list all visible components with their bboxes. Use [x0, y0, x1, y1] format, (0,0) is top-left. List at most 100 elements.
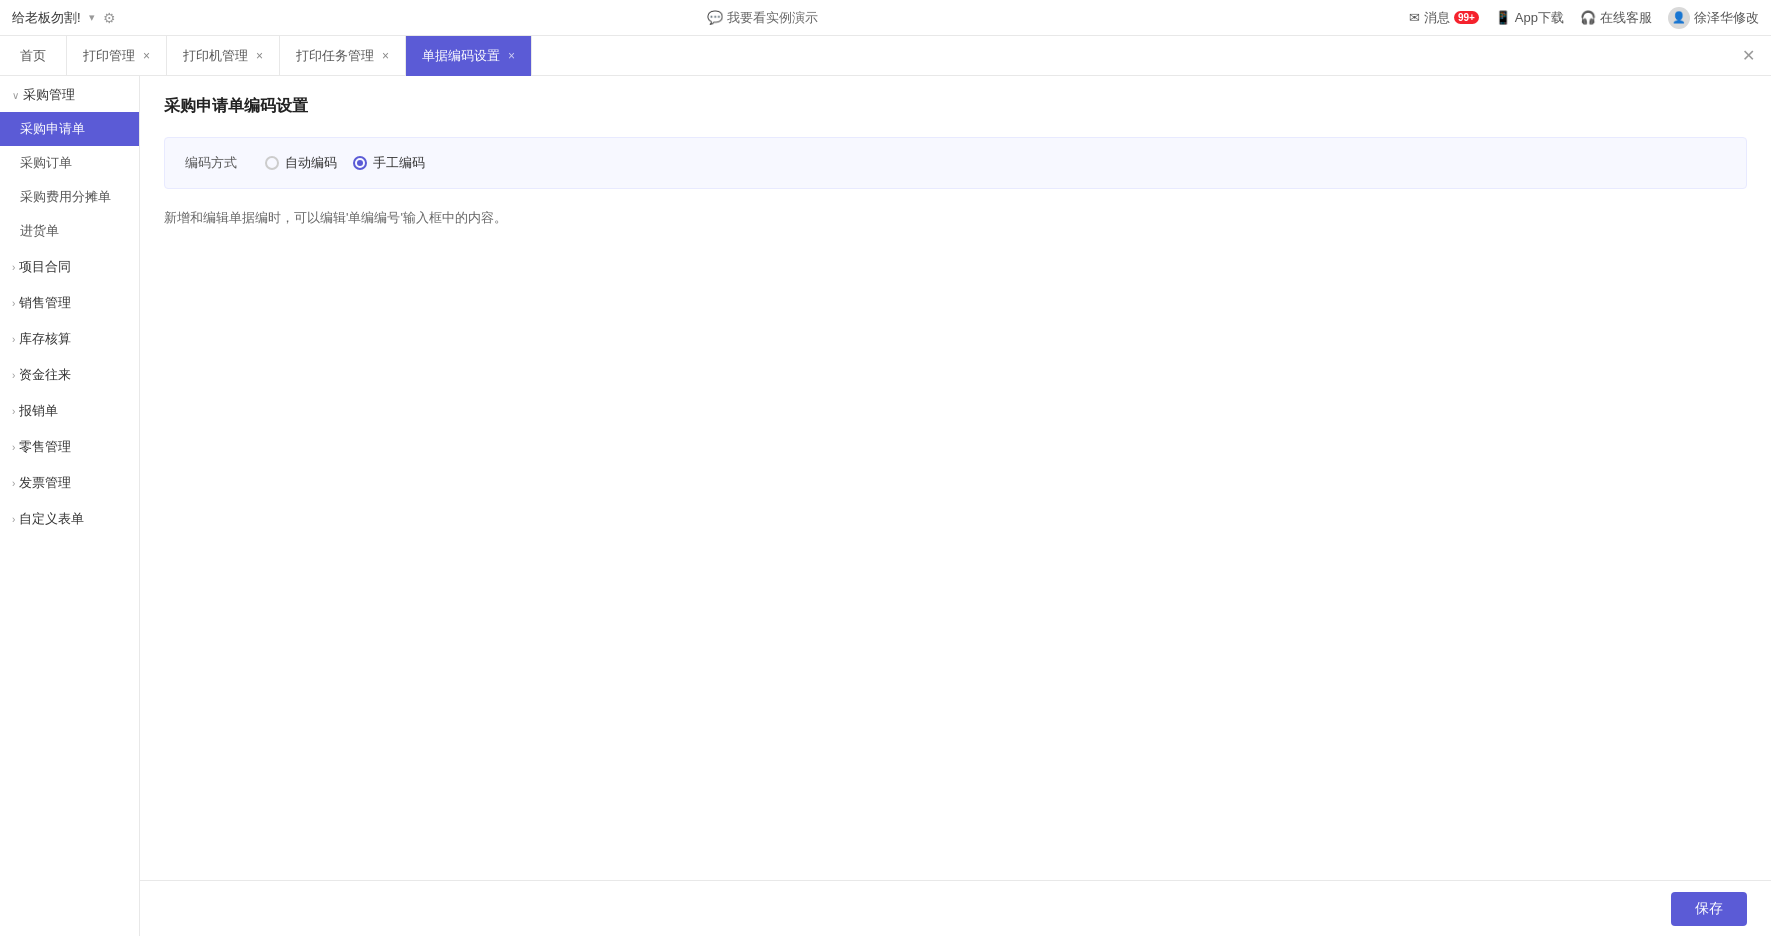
sidebar-group-project-label: 项目合同 — [19, 258, 71, 276]
message-badge: 99+ — [1454, 11, 1479, 24]
save-button[interactable]: 保存 — [1671, 892, 1747, 926]
chevron-down-icon: ∨ — [12, 90, 19, 101]
headset-icon: 🎧 — [1580, 10, 1596, 25]
demo-link[interactable]: 💬 我要看实例演示 — [707, 9, 818, 27]
close-icon[interactable]: × — [382, 50, 389, 62]
sidebar-item-purchase-request-label: 采购申请单 — [20, 121, 85, 136]
auto-code-label: 自动编码 — [285, 154, 337, 172]
chevron-down-icon[interactable]: ▾ — [89, 11, 95, 24]
radio-manual-code[interactable]: 手工编码 — [353, 154, 425, 172]
manual-code-label: 手工编码 — [373, 154, 425, 172]
chevron-right-icon: › — [12, 370, 15, 381]
tab-print-manage[interactable]: 打印管理 × — [67, 36, 167, 76]
sidebar-group-purchase-label: 采购管理 — [23, 86, 75, 104]
layout: ∨ 采购管理 采购申请单 采购订单 采购费用分摊单 进货单 › 项目合同 — [0, 76, 1771, 936]
sidebar-group-sales-title[interactable]: › 销售管理 — [0, 284, 139, 320]
radio-auto-code[interactable]: 自动编码 — [265, 154, 337, 172]
sidebar: ∨ 采购管理 采购申请单 采购订单 采购费用分摊单 进货单 › 项目合同 — [0, 76, 140, 936]
coding-row: 编码方式 自动编码 手工编码 — [185, 154, 1726, 172]
avatar: 👤 — [1668, 7, 1690, 29]
tab-print-task-label: 打印任务管理 — [296, 47, 374, 65]
top-bar-left: 给老板勿割! ▾ ⚙ — [12, 9, 116, 27]
tab-print-manage-label: 打印管理 — [83, 47, 135, 65]
radio-auto-circle — [265, 156, 279, 170]
tab-home-label: 首页 — [20, 47, 46, 65]
main-content: 采购申请单编码设置 编码方式 自动编码 手工编码 — [140, 76, 1771, 936]
close-icon[interactable]: × — [143, 50, 150, 62]
tab-printer-manage-label: 打印机管理 — [183, 47, 248, 65]
app-download-button[interactable]: 📱 App下载 — [1495, 9, 1564, 27]
tab-barcode-setting-label: 单据编码设置 — [422, 47, 500, 65]
coding-section: 编码方式 自动编码 手工编码 — [164, 137, 1747, 189]
close-icon[interactable]: × — [508, 50, 515, 62]
sidebar-group-invoice-label: 发票管理 — [19, 474, 71, 492]
top-bar: 给老板勿割! ▾ ⚙ 💬 我要看实例演示 ✉ 消息 99+ 📱 App下载 🎧 … — [0, 0, 1771, 36]
sidebar-group-retail-label: 零售管理 — [19, 438, 71, 456]
message-label: 消息 — [1424, 9, 1450, 27]
coding-method-label: 编码方式 — [185, 154, 237, 172]
sidebar-group-custom-form-label: 自定义表单 — [19, 510, 84, 528]
tab-bar-close-button[interactable]: ✕ — [1726, 46, 1771, 65]
sidebar-item-stock-in[interactable]: 进货单 — [0, 214, 139, 248]
tab-printer-manage[interactable]: 打印机管理 × — [167, 36, 280, 76]
radio-manual-circle — [353, 156, 367, 170]
sidebar-group-invoice: › 发票管理 — [0, 464, 139, 500]
sidebar-item-purchase-expense[interactable]: 采购费用分摊单 — [0, 180, 139, 214]
top-bar-right: ✉ 消息 99+ 📱 App下载 🎧 在线客服 👤 徐泽华修改 — [1409, 7, 1759, 29]
sidebar-item-purchase-order[interactable]: 采购订单 — [0, 146, 139, 180]
chevron-right-icon: › — [12, 442, 15, 453]
sidebar-group-custom-form-title[interactable]: › 自定义表单 — [0, 500, 139, 536]
sidebar-group-project-title[interactable]: › 项目合同 — [0, 248, 139, 284]
sidebar-group-capital-title[interactable]: › 资金往来 — [0, 356, 139, 392]
chevron-right-icon: › — [12, 334, 15, 345]
sidebar-item-purchase-order-label: 采购订单 — [20, 155, 72, 170]
hint-text: 新增和编辑单据编时，可以编辑'单编编号'输入框中的内容。 — [164, 209, 1747, 227]
sidebar-group-retail-title[interactable]: › 零售管理 — [0, 428, 139, 464]
sidebar-group-purchase-title[interactable]: ∨ 采购管理 — [0, 76, 139, 112]
user-menu[interactable]: 👤 徐泽华修改 — [1668, 7, 1759, 29]
sidebar-group-inventory-label: 库存核算 — [19, 330, 71, 348]
sidebar-item-purchase-request[interactable]: 采购申请单 — [0, 112, 139, 146]
mobile-icon: 📱 — [1495, 10, 1511, 25]
chevron-right-icon: › — [12, 514, 15, 525]
sidebar-group-sales-label: 销售管理 — [19, 294, 71, 312]
sidebar-group-capital: › 资金往来 — [0, 356, 139, 392]
chevron-right-icon: › — [12, 298, 15, 309]
chat-icon: 💬 — [707, 10, 723, 25]
sidebar-item-purchase-expense-label: 采购费用分摊单 — [20, 189, 111, 204]
sidebar-item-stock-in-label: 进货单 — [20, 223, 59, 238]
sidebar-group-returns: › 报销单 — [0, 392, 139, 428]
sidebar-group-invoice-title[interactable]: › 发票管理 — [0, 464, 139, 500]
top-bar-title: 给老板勿割! — [12, 9, 81, 27]
tab-bar: 首页 打印管理 × 打印机管理 × 打印任务管理 × 单据编码设置 × ✕ — [0, 36, 1771, 76]
radio-group: 自动编码 手工编码 — [265, 154, 425, 172]
chevron-right-icon: › — [12, 478, 15, 489]
sidebar-group-inventory-title[interactable]: › 库存核算 — [0, 320, 139, 356]
sidebar-group-sales: › 销售管理 — [0, 284, 139, 320]
online-service-button[interactable]: 🎧 在线客服 — [1580, 9, 1652, 27]
demo-text: 我要看实例演示 — [727, 9, 818, 27]
user-name: 徐泽华修改 — [1694, 9, 1759, 27]
sidebar-group-purchase: ∨ 采购管理 采购申请单 采购订单 采购费用分摊单 进货单 — [0, 76, 139, 248]
tab-home[interactable]: 首页 — [0, 36, 67, 76]
sidebar-group-retail: › 零售管理 — [0, 428, 139, 464]
app-download-label: App下载 — [1515, 9, 1564, 27]
content-area: 采购申请单编码设置 编码方式 自动编码 手工编码 — [140, 76, 1771, 880]
sidebar-group-returns-title[interactable]: › 报销单 — [0, 392, 139, 428]
sidebar-group-returns-label: 报销单 — [19, 402, 58, 420]
sidebar-group-capital-label: 资金往来 — [19, 366, 71, 384]
tab-barcode-setting[interactable]: 单据编码设置 × — [406, 36, 532, 76]
close-icon[interactable]: × — [256, 50, 263, 62]
gear-icon[interactable]: ⚙ — [103, 10, 116, 26]
online-service-label: 在线客服 — [1600, 9, 1652, 27]
sidebar-group-custom-form: › 自定义表单 — [0, 500, 139, 536]
message-button[interactable]: ✉ 消息 99+ — [1409, 9, 1479, 27]
sidebar-group-project: › 项目合同 — [0, 248, 139, 284]
chevron-right-icon: › — [12, 262, 15, 273]
bottom-bar: 保存 — [140, 880, 1771, 936]
tab-print-task[interactable]: 打印任务管理 × — [280, 36, 406, 76]
message-icon: ✉ — [1409, 10, 1420, 25]
chevron-right-icon: › — [12, 406, 15, 417]
sidebar-group-inventory: › 库存核算 — [0, 320, 139, 356]
page-title: 采购申请单编码设置 — [164, 96, 1747, 117]
